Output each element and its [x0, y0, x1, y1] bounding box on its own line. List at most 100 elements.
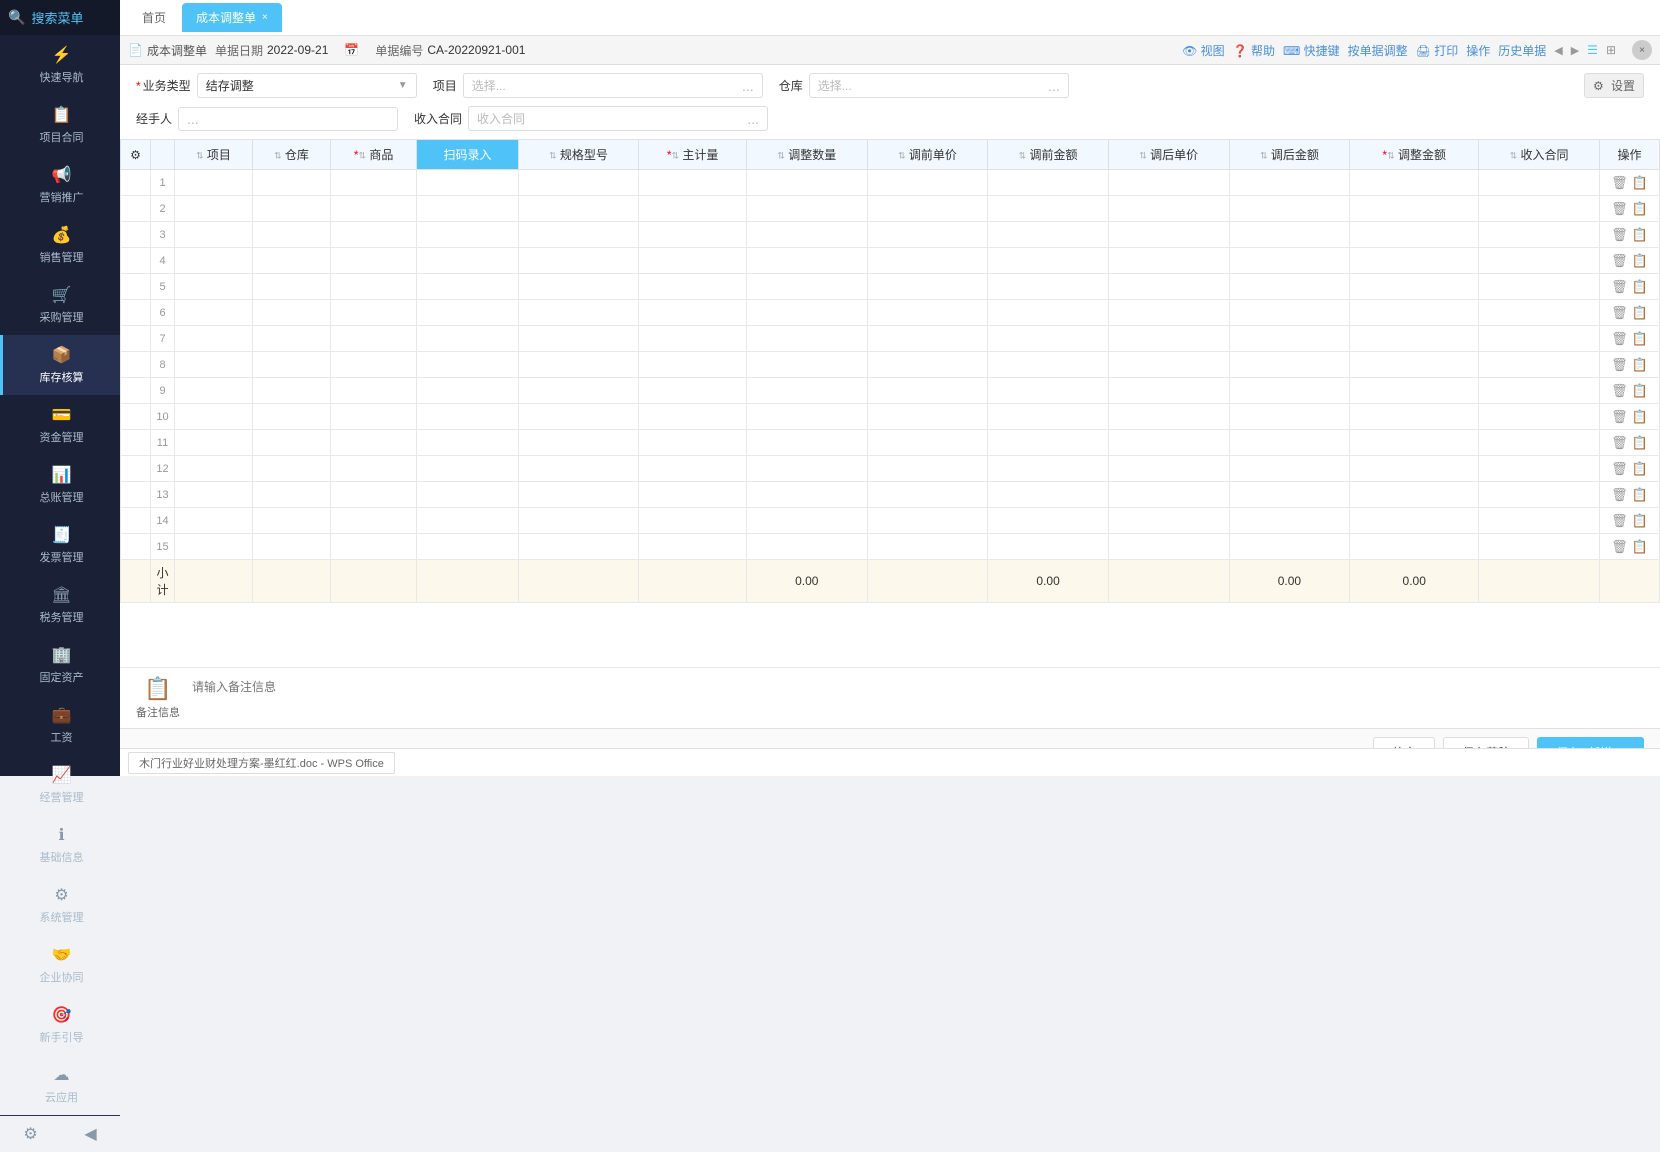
table-wrapper[interactable]: ⚙ ⇅ 项目 ⇅ 仓库 *⇅ 商品 扫码录入 ⇅ 规格型号 *⇅ 主计量 ⇅ 调… — [120, 139, 1660, 667]
copy-icon[interactable]: 📋 — [1632, 227, 1648, 243]
table-row: 12🗑📋 — [121, 456, 1660, 482]
delete-icon[interactable]: 🗑 — [1611, 487, 1628, 503]
delete-icon[interactable]: 🗑 — [1611, 253, 1628, 269]
income-contract-dots-icon: ... — [747, 111, 759, 127]
shortcut-action[interactable]: ⌨ 快捷键 — [1283, 42, 1340, 59]
sidebar-item-new-guide[interactable]: 🎯 新手引导 — [0, 995, 120, 1055]
tab-close-icon[interactable]: × — [262, 12, 268, 23]
summary-row: 小计0.000.000.000.00 — [121, 560, 1660, 603]
operation-action[interactable]: 操作 — [1466, 42, 1490, 59]
delete-icon[interactable]: 🗑 — [1611, 383, 1628, 399]
income-contract-col-header: ⇅ 收入合同 — [1479, 140, 1600, 170]
view-action[interactable]: 👁 视图 — [1182, 42, 1225, 59]
table-row: 2🗑📋 — [121, 196, 1660, 222]
sidebar-item-invoice-mgmt[interactable]: 🧾 发票管理 — [0, 515, 120, 575]
sidebar-item-ops-mgmt[interactable]: 📈 经营管理 — [0, 755, 120, 815]
delete-icon[interactable]: 🗑 — [1611, 435, 1628, 451]
sidebar-item-project-contract[interactable]: 📋 项目合同 — [0, 95, 120, 155]
delete-icon[interactable]: 🗑 — [1611, 513, 1628, 529]
window-title: 📄 成本调整单 — [128, 42, 207, 59]
delete-icon[interactable]: 🗑 — [1611, 201, 1628, 217]
cloud-apps-icon: ☁ — [54, 1065, 70, 1085]
taskbar-item[interactable]: 木门行业好业财处理方案-墨红红.doc - WPS Office — [128, 752, 395, 774]
delete-icon[interactable]: 🗑 — [1611, 461, 1628, 477]
copy-icon[interactable]: 📋 — [1632, 461, 1648, 477]
doc-adjust-action[interactable]: 按单据调整 — [1348, 42, 1408, 59]
copy-icon[interactable]: 📋 — [1632, 435, 1648, 451]
sys-mgmt-icon: ⚙ — [54, 885, 68, 905]
delete-icon[interactable]: 🗑 — [1611, 305, 1628, 321]
sidebar-item-inventory-calc[interactable]: 📦 库存核算 — [0, 335, 120, 395]
sidebar-item-fixed-assets[interactable]: 🏢 固定资产 — [0, 635, 120, 695]
handler-dots-icon: ... — [187, 111, 199, 127]
delete-icon[interactable]: 🗑 — [1611, 539, 1628, 555]
note-input[interactable] — [192, 676, 1644, 698]
delete-icon[interactable]: 🗑 — [1611, 279, 1628, 295]
scan-col-header[interactable]: 扫码录入 — [417, 140, 518, 170]
view-grid-icon[interactable]: ☰ — [1587, 43, 1598, 57]
after-amount-col-header: ⇅ 调后金额 — [1229, 140, 1350, 170]
sidebar-item-enterprise-collab[interactable]: 🤝 企业协同 — [0, 935, 120, 995]
view-list-icon[interactable]: ⊞ — [1606, 43, 1616, 57]
history-action[interactable]: 历史单据 — [1498, 42, 1546, 59]
project-input[interactable]: 选择... ... — [463, 73, 763, 98]
sidebar-item-fund-mgmt[interactable]: 💳 资金管理 — [0, 395, 120, 455]
sidebar-item-sales-mgmt[interactable]: 💰 销售管理 — [0, 215, 120, 275]
sidebar-item-quick-nav[interactable]: ⚡ 快速导航 — [0, 35, 120, 95]
sidebar-item-base-info[interactable]: ℹ 基础信息 — [0, 815, 120, 875]
window-close-button[interactable]: × — [1632, 40, 1652, 60]
tab-home[interactable]: 首页 — [128, 3, 180, 32]
print-action[interactable]: 🖨 打印 — [1416, 42, 1459, 59]
delete-icon[interactable]: 🗑 — [1611, 331, 1628, 347]
sidebar-item-tax-mgmt[interactable]: 🏛 税务管理 — [0, 575, 120, 635]
copy-icon[interactable]: 📋 — [1632, 383, 1648, 399]
form-row-2: 经手人 ... 收入合同 收入合同 ... — [136, 106, 1644, 131]
sidebar-item-purchase-mgmt[interactable]: 🛒 采购管理 — [0, 275, 120, 335]
nav-prev-icon[interactable]: ◀ — [1554, 44, 1562, 57]
data-table: ⚙ ⇅ 项目 ⇅ 仓库 *⇅ 商品 扫码录入 ⇅ 规格型号 *⇅ 主计量 ⇅ 调… — [120, 139, 1660, 603]
window-meta: 单据日期 2022-09-21 📅 单据编号 CA-20220921-001 — [215, 42, 525, 59]
warehouse-field: 仓库 选择... ... — [779, 73, 1069, 98]
copy-icon[interactable]: 📋 — [1632, 487, 1648, 503]
tab-cost-adjust[interactable]: 成本调整单 × — [182, 3, 282, 32]
copy-icon[interactable]: 📋 — [1632, 279, 1648, 295]
sales-promo-icon: 📢 — [52, 165, 72, 185]
copy-icon[interactable]: 📋 — [1632, 539, 1648, 555]
sidebar-item-sys-mgmt[interactable]: ⚙ 系统管理 — [0, 875, 120, 935]
table-row: 5🗑📋 — [121, 274, 1660, 300]
settings-col-header[interactable]: ⚙ — [121, 140, 151, 170]
warehouse-input[interactable]: 选择... ... — [809, 73, 1069, 98]
biz-type-label: 业务类型 — [136, 77, 191, 94]
new-guide-icon: 🎯 — [52, 1005, 72, 1025]
handler-field: 经手人 ... — [136, 107, 398, 131]
copy-icon[interactable]: 📋 — [1632, 175, 1648, 191]
form-row-1: 业务类型 结存调整 ▼ 项目 选择... ... 仓库 选 — [136, 73, 1644, 98]
settings-button[interactable]: ⚙ 设置 — [1584, 73, 1644, 98]
copy-icon[interactable]: 📋 — [1632, 409, 1648, 425]
warehouse-col-header: ⇅ 仓库 — [253, 140, 331, 170]
nav-next-icon[interactable]: ▶ — [1571, 44, 1579, 57]
help-action[interactable]: ❓ 帮助 — [1233, 42, 1275, 59]
ops-mgmt-icon: 📈 — [52, 765, 72, 785]
sidebar-item-payroll[interactable]: 💼 工资 — [0, 695, 120, 755]
income-contract-input[interactable]: 收入合同 ... — [468, 106, 768, 131]
search-menu-button[interactable]: 🔍 搜索菜单 — [0, 0, 120, 35]
sidebar-item-cloud-apps[interactable]: ☁ 云应用 — [0, 1055, 120, 1115]
biz-type-input[interactable]: 结存调整 ▼ — [197, 73, 417, 98]
collapse-icon[interactable]: ◀ — [84, 1124, 96, 1144]
copy-icon[interactable]: 📋 — [1632, 331, 1648, 347]
delete-icon[interactable]: 🗑 — [1611, 357, 1628, 373]
delete-icon[interactable]: 🗑 — [1611, 409, 1628, 425]
delete-icon[interactable]: 🗑 — [1611, 175, 1628, 191]
copy-icon[interactable]: 📋 — [1632, 357, 1648, 373]
copy-icon[interactable]: 📋 — [1632, 201, 1648, 217]
delete-icon[interactable]: 🗑 — [1611, 227, 1628, 243]
copy-icon[interactable]: 📋 — [1632, 253, 1648, 269]
settings-gear-icon: ⚙ — [1593, 79, 1604, 93]
sidebar-item-ledger-mgmt[interactable]: 📊 总账管理 — [0, 455, 120, 515]
settings-bottom-icon[interactable]: ⚙ — [23, 1124, 37, 1144]
copy-icon[interactable]: 📋 — [1632, 513, 1648, 529]
sidebar-item-sales-promo[interactable]: 📢 营销推广 — [0, 155, 120, 215]
copy-icon[interactable]: 📋 — [1632, 305, 1648, 321]
handler-input[interactable]: ... — [178, 107, 398, 131]
